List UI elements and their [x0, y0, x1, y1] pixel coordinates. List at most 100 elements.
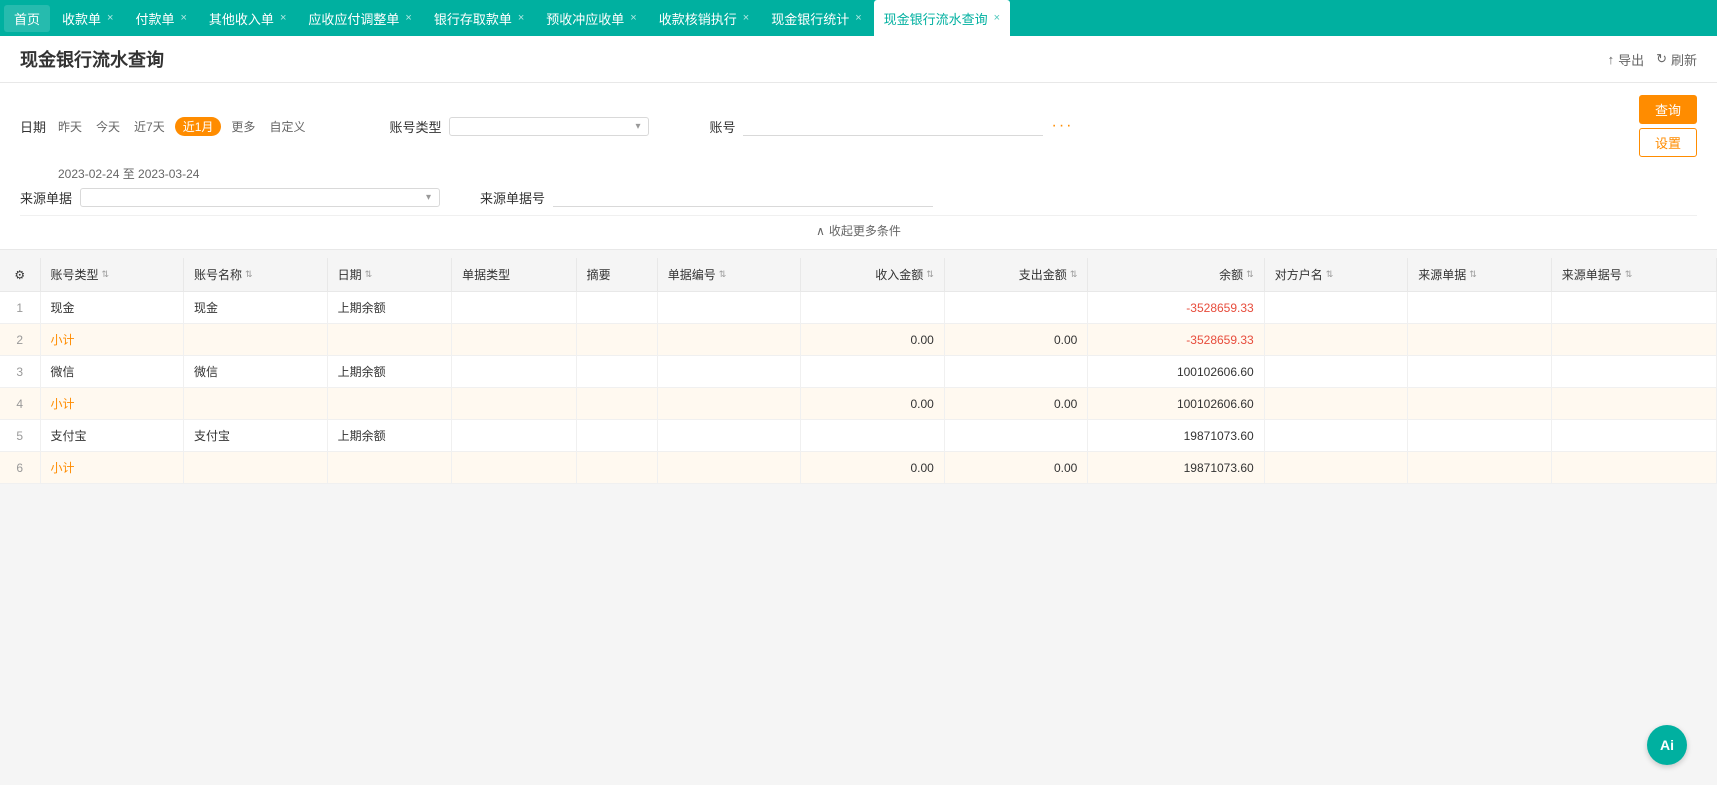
table-cell	[452, 292, 577, 324]
source-doc-no-input[interactable]	[553, 188, 933, 207]
date-yesterday[interactable]: 昨天	[54, 117, 86, 136]
source-doc-no-label: 来源单据号	[480, 188, 545, 207]
nav-tab-2[interactable]: 其他收入单 ×	[199, 0, 296, 36]
table-row: 2小计0.000.00-3528659.33	[0, 324, 1717, 356]
query-button[interactable]: 查询	[1639, 95, 1697, 124]
table-cell: 微信	[40, 356, 184, 388]
source-doc-no-filter-group: 来源单据号	[480, 188, 933, 207]
nav-tab-7[interactable]: 现金银行统计 ×	[761, 0, 871, 36]
collapse-bar[interactable]: ∧ 收起更多条件	[20, 215, 1697, 241]
filter-area: 日期 昨天 今天 近7天 近1月 更多 自定义 账号类型 ▾ 账号 ···	[0, 83, 1717, 250]
sort-icon: ⇅	[245, 269, 253, 280]
table-cell: 6	[0, 452, 40, 484]
table-cell	[657, 388, 801, 420]
source-doc-label: 来源单据	[20, 188, 72, 207]
nav-tab-8[interactable]: 现金银行流水查询 ×	[874, 0, 1010, 36]
col-summary[interactable]: 摘要	[576, 258, 657, 292]
table-cell	[944, 292, 1088, 324]
account-input[interactable]	[743, 117, 1043, 136]
sort-icon: ⇅	[1070, 269, 1078, 280]
table-cell: 0.00	[801, 388, 945, 420]
col-expense[interactable]: 支出金额 ⇅	[944, 258, 1088, 292]
source-doc-select[interactable]: ▾	[80, 188, 440, 207]
close-tab-0[interactable]: ×	[107, 12, 113, 24]
table-cell: 现金	[40, 292, 184, 324]
nav-home[interactable]: 首页	[4, 5, 50, 32]
refresh-button[interactable]: ↻ 刷新	[1656, 50, 1697, 69]
nav-tab-1[interactable]: 付款单 ×	[125, 0, 196, 36]
close-tab-7[interactable]: ×	[855, 12, 861, 24]
sort-icon: ⇅	[365, 269, 373, 280]
table-cell: 上期余额	[327, 356, 452, 388]
table-cell	[327, 452, 452, 484]
date-today[interactable]: 今天	[92, 117, 124, 136]
date-more[interactable]: 更多	[227, 117, 259, 136]
table-cell	[657, 356, 801, 388]
table-cell	[452, 356, 577, 388]
table-row: 4小计0.000.00100102606.60	[0, 388, 1717, 420]
sort-icon: ⇅	[1246, 269, 1254, 280]
nav-tab-3[interactable]: 应收应付调整单 ×	[298, 0, 421, 36]
col-doc-no[interactable]: 单据编号 ⇅	[657, 258, 801, 292]
col-source-doc-no[interactable]: 来源单据号 ⇅	[1551, 258, 1716, 292]
table-row: 3微信微信上期余额100102606.60	[0, 356, 1717, 388]
table-cell	[1551, 388, 1716, 420]
date-label: 日期	[20, 117, 46, 136]
col-counterpart[interactable]: 对方户名 ⇅	[1264, 258, 1408, 292]
nav-tab-4[interactable]: 银行存取款单 ×	[424, 0, 534, 36]
ai-badge[interactable]: Ai	[1647, 725, 1687, 765]
table-cell: 1	[0, 292, 40, 324]
date-range-display: 2023-02-24 至 2023-03-24	[20, 165, 1697, 182]
close-tab-5[interactable]: ×	[630, 12, 636, 24]
header-actions: ↑ 导出 ↻ 刷新	[1608, 50, 1697, 69]
table-cell: 0.00	[801, 452, 945, 484]
page-header: 现金银行流水查询 ↑ 导出 ↻ 刷新	[0, 36, 1717, 83]
table-cell: 100102606.60	[1088, 388, 1264, 420]
refresh-icon: ↻	[1656, 51, 1667, 67]
col-date[interactable]: 日期 ⇅	[327, 258, 452, 292]
col-income[interactable]: 收入金额 ⇅	[801, 258, 945, 292]
nav-tab-6[interactable]: 收款核销执行 ×	[649, 0, 759, 36]
table-cell: 0.00	[801, 324, 945, 356]
export-button[interactable]: ↑ 导出	[1608, 50, 1645, 69]
table-cell	[1264, 292, 1408, 324]
table-cell	[657, 324, 801, 356]
table-cell: 19871073.60	[1088, 452, 1264, 484]
close-tab-4[interactable]: ×	[518, 12, 524, 24]
table-cell	[1408, 388, 1552, 420]
close-tab-8[interactable]: ×	[994, 12, 1000, 24]
close-tab-6[interactable]: ×	[743, 12, 749, 24]
col-balance[interactable]: 余额 ⇅	[1088, 258, 1264, 292]
table-cell: 小计	[40, 324, 184, 356]
table-cell	[576, 388, 657, 420]
date-1month[interactable]: 近1月	[175, 117, 222, 136]
account-type-select[interactable]: ▾	[449, 117, 649, 136]
col-account-name[interactable]: 账号名称 ⇅	[184, 258, 328, 292]
nav-tab-0[interactable]: 收款单 ×	[52, 0, 123, 36]
table-row: 5支付宝支付宝上期余额19871073.60	[0, 420, 1717, 452]
close-tab-2[interactable]: ×	[280, 12, 286, 24]
table-cell: 支付宝	[184, 420, 328, 452]
account-more-button[interactable]: ···	[1051, 117, 1073, 135]
col-doc-type[interactable]: 单据类型	[452, 258, 577, 292]
page-title: 现金银行流水查询	[20, 46, 164, 72]
table-cell	[576, 420, 657, 452]
account-type-label: 账号类型	[389, 117, 441, 136]
table-cell	[452, 452, 577, 484]
settings-button[interactable]: 设置	[1639, 128, 1697, 157]
col-source-doc[interactable]: 来源单据 ⇅	[1408, 258, 1552, 292]
table-cell: 上期余额	[327, 292, 452, 324]
close-tab-3[interactable]: ×	[405, 12, 411, 24]
table-cell	[1551, 452, 1716, 484]
collapse-up-icon: ∧	[816, 224, 825, 238]
table-cell	[1408, 452, 1552, 484]
gear-column-header[interactable]: ⚙	[0, 258, 40, 292]
table-cell	[801, 420, 945, 452]
sort-icon: ⇅	[1625, 269, 1633, 280]
nav-tab-5[interactable]: 预收冲应收单 ×	[536, 0, 646, 36]
col-account-type[interactable]: 账号类型 ⇅	[40, 258, 184, 292]
date-custom[interactable]: 自定义	[265, 117, 309, 136]
close-tab-1[interactable]: ×	[180, 12, 186, 24]
date-7days[interactable]: 近7天	[130, 117, 169, 136]
top-navigation: 首页 收款单 × 付款单 × 其他收入单 × 应收应付调整单 × 银行存取款单 …	[0, 0, 1717, 36]
